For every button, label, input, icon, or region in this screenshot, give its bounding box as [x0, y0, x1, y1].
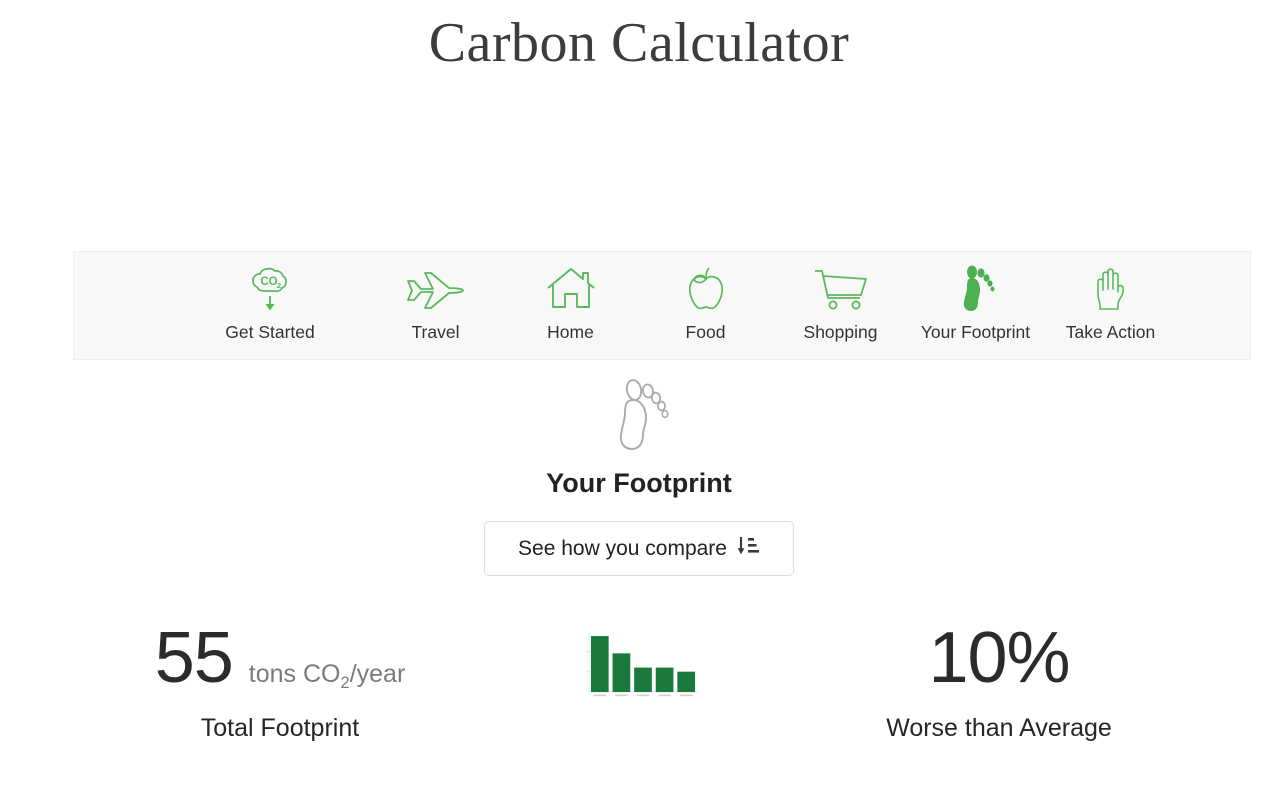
total-footprint-stat: 55 tons CO2/year Total Footprint — [0, 616, 560, 744]
nav-item-take-action[interactable]: Take Action — [1043, 263, 1178, 343]
stats-row: 55 tons CO2/year Total Footprint 10% Wor… — [0, 616, 1278, 744]
bar-chart-bar — [655, 667, 674, 692]
nav-item-shopping[interactable]: Shopping — [773, 263, 908, 343]
compare-button-label: See how you compare — [518, 536, 727, 560]
shopping-cart-icon — [812, 263, 870, 315]
sort-amount-down-icon — [736, 534, 760, 564]
nav-label: Shopping — [803, 322, 878, 342]
svg-text:CO: CO — [260, 276, 277, 288]
footprint-outline-icon — [606, 372, 672, 464]
carbon-calculator-page: Carbon Calculator CO 2 Get Started Trave… — [0, 0, 1278, 790]
total-footprint-value: 55 — [154, 618, 234, 698]
total-footprint-unit: tons CO2/year — [249, 659, 405, 698]
bar-chart-tick-label — [593, 694, 606, 697]
page-title: Carbon Calculator — [428, 12, 850, 74]
comparison-bar-chart — [560, 616, 720, 744]
hero-title: Your Footprint — [546, 468, 732, 498]
unit-suffix: /year — [349, 660, 406, 688]
nav-label: Take Action — [1065, 322, 1156, 342]
unit-subscript: 2 — [340, 674, 350, 692]
main-navigation: CO 2 Get Started Travel Home Food Shoppi… — [73, 251, 1251, 360]
bar-chart-tick-label — [615, 694, 628, 697]
nav-label: Your Footprint — [920, 322, 1031, 342]
nav-item-travel[interactable]: Travel — [368, 263, 503, 343]
co2-cloud-icon: CO 2 — [246, 263, 294, 315]
bar-chart-svg — [586, 631, 698, 697]
nav-label: Food — [685, 322, 726, 342]
footprint-icon — [955, 263, 997, 315]
comparison-value-row: 10% — [928, 616, 1070, 700]
nav-label: Get Started — [225, 322, 315, 342]
total-footprint-label: Total Footprint — [200, 714, 360, 742]
bar-chart-tick-label — [658, 694, 671, 697]
bar-chart-tick-label — [680, 694, 693, 697]
comparison-stat: 10% Worse than Average — [720, 616, 1278, 744]
bar-chart-tick-label — [636, 694, 650, 697]
nav-label: Travel — [411, 322, 460, 342]
svg-text:2: 2 — [277, 281, 281, 290]
nav-item-food[interactable]: Food — [638, 263, 773, 343]
footprint-hero: Your Footprint See how you compare — [0, 372, 1278, 576]
nav-item-get-started[interactable]: CO 2 Get Started — [172, 263, 368, 343]
bar-chart-bar — [677, 671, 696, 692]
bar-chart-bar — [634, 667, 652, 692]
airplane-icon — [405, 263, 467, 315]
apple-icon — [684, 263, 728, 315]
comparison-value: 10% — [928, 618, 1070, 698]
unit-prefix: tons CO — [248, 660, 341, 688]
bar-chart-bar — [590, 636, 609, 692]
nav-label: Home — [547, 322, 594, 342]
comparison-label: Worse than Average — [886, 714, 1112, 742]
see-how-you-compare-button[interactable]: See how you compare — [484, 521, 794, 576]
bar-chart-canvas — [580, 616, 700, 700]
house-icon — [545, 263, 597, 315]
bar-chart-bar — [612, 653, 631, 692]
hand-icon — [1085, 263, 1137, 315]
total-footprint-value-row: 55 tons CO2/year — [155, 616, 406, 700]
nav-item-your-footprint[interactable]: Your Footprint — [908, 263, 1043, 343]
nav-item-home[interactable]: Home — [503, 263, 638, 343]
